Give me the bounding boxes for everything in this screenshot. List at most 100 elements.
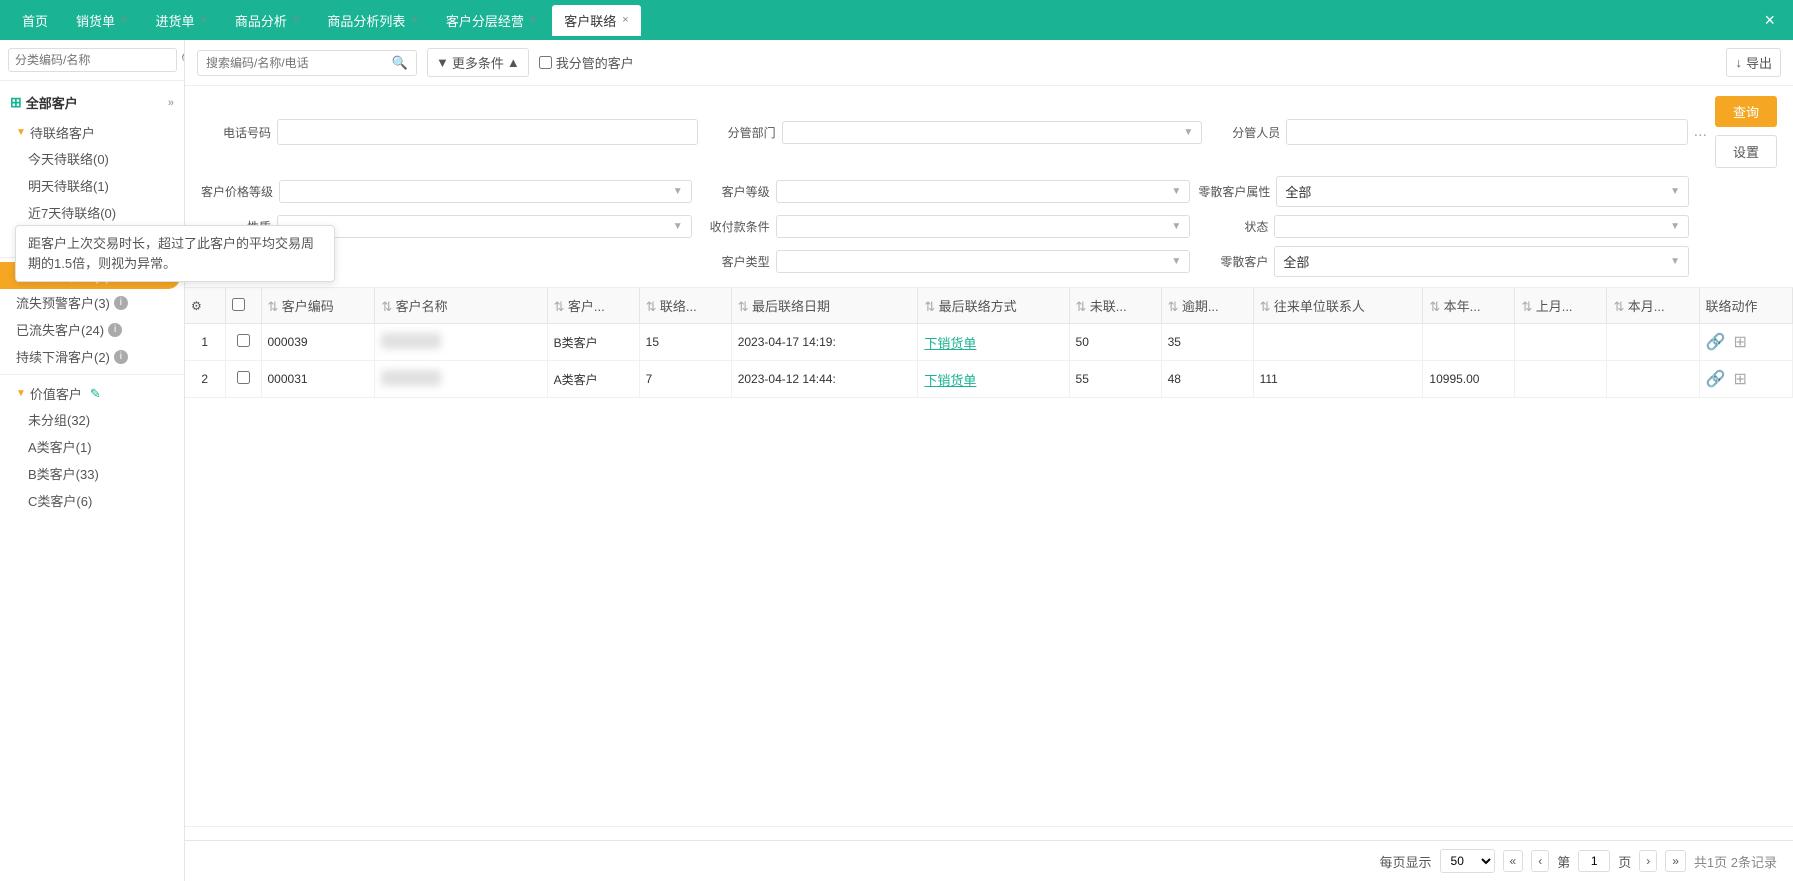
- export-button[interactable]: ↓ 导出: [1726, 48, 1781, 77]
- phone-input[interactable]: [277, 119, 698, 145]
- window-close-button[interactable]: ×: [1756, 10, 1783, 31]
- sidebar-collapse-icon[interactable]: »: [168, 97, 174, 109]
- sidebar-item-7days[interactable]: 近7天待联络(0): [0, 199, 184, 226]
- more-conditions-button[interactable]: ▼ 更多条件 ▲: [427, 48, 529, 77]
- prev-page-button[interactable]: ‹: [1531, 850, 1549, 872]
- customer-type-select[interactable]: ▼: [776, 250, 1191, 273]
- customer-level-select[interactable]: ▼: [776, 180, 1191, 203]
- row1-check[interactable]: [237, 334, 250, 347]
- tab-customer-contact-close[interactable]: ×: [622, 14, 628, 26]
- row2-seq: 2: [185, 361, 225, 398]
- main-search-icon[interactable]: 🔍: [392, 55, 408, 71]
- sidebar-item-churned[interactable]: 已流失客户(24) i: [0, 316, 184, 343]
- sidebar-item-b-class[interactable]: B类客户(33): [0, 460, 184, 487]
- my-customers-checkbox[interactable]: [539, 56, 552, 69]
- query-button[interactable]: 查询: [1715, 96, 1777, 127]
- retail-attr-chev: ▼: [1670, 186, 1680, 197]
- tab-customer-mgmt-close[interactable]: ×: [530, 14, 536, 26]
- tab-analysis-close[interactable]: ×: [293, 14, 299, 26]
- sidebar-item-today[interactable]: 今天待联络(0): [0, 145, 184, 172]
- filter-customer-type: 客户类型 ▼: [700, 250, 1191, 273]
- row1-checkbox[interactable]: [225, 324, 261, 361]
- tab-customer-mgmt[interactable]: 客户分层经营 ×: [434, 5, 548, 36]
- person-input[interactable]: [1286, 119, 1687, 145]
- row1-method-link[interactable]: 下销货单: [924, 336, 976, 351]
- sidebar-item-churn-warning[interactable]: 流失预警客户(3) i: [0, 289, 184, 316]
- sidebar-item-tomorrow[interactable]: 明天待联络(1): [0, 172, 184, 199]
- sidebar-search-input[interactable]: [8, 48, 177, 72]
- tab-customer-contact[interactable]: 客户联络 ×: [552, 5, 640, 36]
- my-customers-checkbox-area[interactable]: 我分管的客户: [539, 53, 634, 72]
- sidebar-value-section[interactable]: ▼ 价值客户 ✎: [0, 379, 184, 406]
- payment-select[interactable]: ▼: [776, 215, 1191, 238]
- sidebar-item-unclassified[interactable]: 未分组(32): [0, 406, 184, 433]
- sidebar-all-customers[interactable]: ⊞ 全部客户 »: [0, 87, 184, 118]
- tab-purchase-close[interactable]: ×: [200, 14, 206, 26]
- value-edit-icon[interactable]: ✎: [90, 386, 101, 402]
- row2-code: 000031: [261, 361, 375, 398]
- table-row: 1 000039 B类客户 15 2023-04-17 14:19: 下销货单 …: [185, 324, 1793, 361]
- last-page-button[interactable]: »: [1665, 850, 1686, 872]
- tab-sales-close[interactable]: ×: [121, 14, 127, 26]
- left-sidebar: 🔍 ⊞ 全部客户 » ▼ 待联络客户 今天待联络(0) 明天待联络(1) 近7天…: [0, 40, 185, 881]
- row1-name-blurred: [381, 333, 441, 349]
- tab-analysis-label: 商品分析: [235, 11, 287, 30]
- tab-analysis-list[interactable]: 商品分析列表 ×: [315, 5, 429, 36]
- col-sort-thismonth[interactable]: ⇅: [1613, 299, 1624, 314]
- select-all-checkbox[interactable]: [232, 298, 245, 311]
- tab-purchase-label: 进货单: [155, 11, 194, 30]
- row2-checkbox[interactable]: [225, 361, 261, 398]
- per-page-select[interactable]: 50 100 200: [1440, 849, 1495, 873]
- sidebar-item-c-class[interactable]: C类客户(6): [0, 487, 184, 514]
- row2-check[interactable]: [237, 371, 250, 384]
- col-sort-companycontact[interactable]: ⇅: [1260, 299, 1271, 314]
- sidebar-pending-section[interactable]: ▼ 待联络客户: [0, 118, 184, 145]
- row1-grid-icon[interactable]: ⊞: [1733, 332, 1746, 352]
- tab-home[interactable]: 首页: [10, 5, 60, 36]
- col-sort-lastmethod[interactable]: ⇅: [924, 299, 935, 314]
- col-sort-name[interactable]: ⇅: [381, 299, 392, 314]
- next-page-button[interactable]: ›: [1639, 850, 1657, 872]
- declining-label: 持续下滑客户(2): [16, 347, 110, 366]
- row1-name: [375, 324, 547, 361]
- col-sort-code[interactable]: ⇅: [268, 299, 279, 314]
- col-sort-notcontacted[interactable]: ⇅: [1076, 299, 1087, 314]
- tab-purchase[interactable]: 进货单 ×: [143, 5, 218, 36]
- filter-payment: 收付款条件 ▼: [700, 215, 1191, 238]
- horizontal-scrollbar[interactable]: [185, 826, 1793, 840]
- row1-last-method[interactable]: 下销货单: [918, 324, 1069, 361]
- col-sort-lastmonth[interactable]: ⇅: [1521, 299, 1532, 314]
- row2-link-icon[interactable]: 🔗: [1706, 369, 1726, 389]
- col-sort-overdue[interactable]: ⇅: [1168, 299, 1179, 314]
- price-level-select[interactable]: ▼: [279, 180, 692, 203]
- page-number-input[interactable]: [1578, 850, 1610, 872]
- status-select[interactable]: ▼: [1274, 215, 1689, 238]
- sidebar-item-a-class[interactable]: A类客户(1): [0, 433, 184, 460]
- first-page-button[interactable]: «: [1503, 850, 1524, 872]
- col-settings[interactable]: ⚙: [185, 288, 225, 324]
- tab-sales[interactable]: 销货单 ×: [64, 5, 139, 36]
- retail-customer-select[interactable]: 全部 ▼: [1274, 246, 1689, 277]
- row2-grid-icon[interactable]: ⊞: [1733, 369, 1746, 389]
- sidebar-item-declining[interactable]: 持续下滑客户(2) i: [0, 343, 184, 370]
- gender-select[interactable]: ▼: [277, 215, 692, 238]
- main-search-input[interactable]: [206, 56, 388, 70]
- filter-price-level: 客户价格等级 ▼: [201, 180, 692, 203]
- row2-method-link[interactable]: 下销货单: [924, 373, 976, 388]
- tab-analysis[interactable]: 商品分析 ×: [223, 5, 311, 36]
- retail-attr-select[interactable]: 全部 ▼: [1276, 176, 1689, 207]
- my-customers-label: 我分管的客户: [556, 53, 634, 72]
- col-sort-thisyear[interactable]: ⇅: [1429, 299, 1440, 314]
- tab-analysis-list-close[interactable]: ×: [411, 14, 417, 26]
- sidebar-search-icon[interactable]: 🔍: [181, 52, 185, 68]
- col-not-contacted-header: ⇅ 未联...: [1069, 288, 1161, 324]
- row1-link-icon[interactable]: 🔗: [1706, 332, 1726, 352]
- col-sort-contact[interactable]: ⇅: [646, 299, 657, 314]
- col-sort-lastdate[interactable]: ⇅: [738, 299, 749, 314]
- row2-last-method[interactable]: 下销货单: [918, 361, 1069, 398]
- person-dots-btn[interactable]: ...: [1694, 123, 1707, 141]
- settings-button[interactable]: 设置: [1715, 135, 1777, 168]
- col-sort-category[interactable]: ⇅: [554, 299, 565, 314]
- dept-select[interactable]: ▼: [782, 121, 1203, 144]
- col-checkbox-header[interactable]: [225, 288, 261, 324]
